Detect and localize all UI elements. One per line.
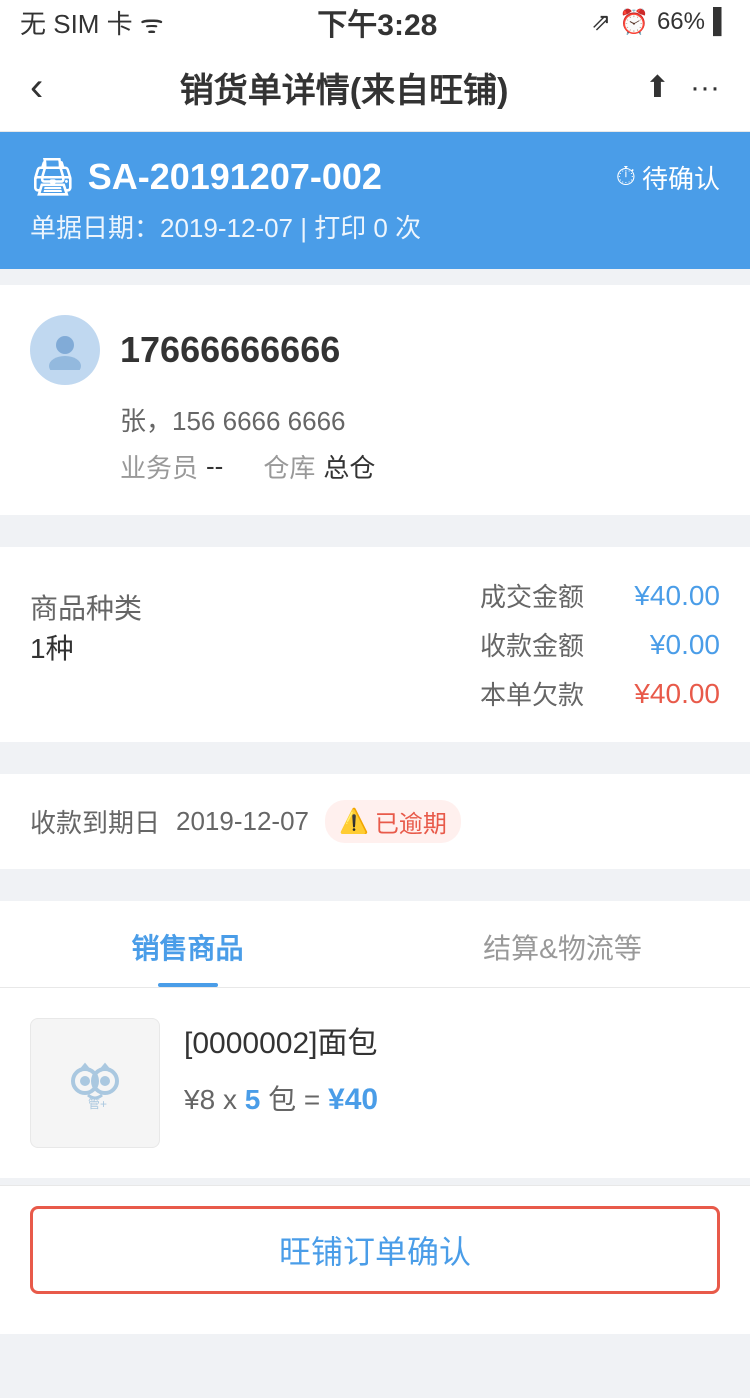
status-bar: 无 SIM 卡 ᯤ 下午3:28 ⇗ ⏰ 66% ▌ — [0, 0, 750, 44]
confirm-button[interactable]: 旺铺订单确认 — [30, 1206, 720, 1294]
overdue-text: 已逾期 — [375, 804, 447, 839]
warehouse-value: 总仓 — [323, 448, 375, 485]
owed-value: ¥40.00 — [600, 678, 720, 710]
customer-info: 张，156 6666 6666 — [120, 401, 720, 438]
tabs-bar[interactable]: 销售商品 结算&物流等 — [0, 901, 750, 988]
summary-card: 商品种类 1种 成交金额 ¥40.00 收款金额 ¥0.00 本单欠款 ¥40.… — [0, 547, 750, 742]
warehouse-label: 仓库 — [263, 448, 315, 485]
alarm-icon: ⏰ — [619, 8, 649, 37]
divider-1 — [0, 515, 750, 531]
received-label: 收款金额 — [480, 626, 584, 663]
order-header: 🖨 SA-20191207-002 ⏱ 待确认 单据日期：2019-12-07 … — [0, 132, 750, 269]
battery-level: 66% — [657, 8, 705, 36]
more-icon[interactable]: ··· — [690, 71, 720, 105]
unit-value: 包 — [268, 1084, 296, 1115]
nav-right[interactable]: ⬆ ··· — [645, 70, 720, 105]
product-thumbnail: 管+ — [30, 1018, 160, 1148]
overdue-badge: ⚠️ 已逾期 — [325, 800, 461, 843]
order-date: 单据日期：2019-12-07 | 打印 0 次 — [30, 208, 720, 245]
customer-top: 17666666666 — [30, 315, 720, 385]
summary-left: 商品种类 1种 — [30, 577, 142, 667]
battery-icon: ▌ — [713, 8, 730, 36]
divider-3 — [0, 869, 750, 885]
tab-sales-product[interactable]: 销售商品 — [0, 901, 375, 987]
sim-status: 无 SIM 卡 ᯤ — [20, 4, 164, 41]
order-id: 🖨 SA-20191207-002 — [30, 156, 382, 198]
status-time: 下午3:28 — [317, 0, 437, 44]
salesperson-value: -- — [206, 451, 223, 482]
customer-card: 17666666666 张，156 6666 6666 业务员 -- 仓库 总仓 — [0, 285, 750, 515]
page-title: 销货单详情(来自旺铺) — [180, 63, 509, 112]
qty-value: 5 — [245, 1084, 261, 1115]
status-left: 无 SIM 卡 ᯤ — [20, 4, 164, 41]
order-header-top: 🖨 SA-20191207-002 ⏱ 待确认 — [30, 156, 720, 198]
order-icon: 🖨 — [30, 156, 76, 198]
product-price: ¥8 x 5 包 = ¥40 — [184, 1078, 720, 1118]
price-multiply: x — [223, 1084, 245, 1115]
back-button[interactable]: ‹ — [30, 65, 43, 110]
due-date-label: 收款到期日 — [30, 803, 160, 840]
due-card: 收款到期日 2019-12-07 ⚠️ 已逾期 — [0, 774, 750, 869]
customer-meta: 业务员 -- 仓库 总仓 — [120, 448, 720, 485]
total-value: ¥40 — [328, 1083, 378, 1116]
transaction-value: ¥40.00 — [600, 580, 720, 612]
tabs-container: 销售商品 结算&物流等 管+ [0000002]面包 ¥8 x 5 — [0, 901, 750, 1178]
price-value: ¥8 — [184, 1084, 215, 1115]
order-status: ⏱ 待确认 — [616, 159, 720, 196]
status-right: ⇗ ⏰ 66% ▌ — [591, 8, 730, 37]
received-amount-row: 收款金额 ¥0.00 — [480, 626, 720, 663]
divider-2 — [0, 742, 750, 758]
warehouse-item: 仓库 总仓 — [263, 448, 375, 485]
clock-icon: ⏱ — [616, 161, 636, 193]
share-icon[interactable]: ⬆ — [645, 70, 670, 105]
avatar — [30, 315, 100, 385]
tab-settlement[interactable]: 结算&物流等 — [375, 901, 750, 987]
product-name: [0000002]面包 — [184, 1018, 720, 1062]
transaction-label: 成交金额 — [480, 577, 584, 614]
transaction-amount-row: 成交金额 ¥40.00 — [480, 577, 720, 614]
customer-phone: 17666666666 — [120, 329, 340, 371]
nav-left[interactable]: ‹ — [30, 65, 43, 110]
svg-text:管+: 管+ — [88, 1096, 107, 1111]
owed-label: 本单欠款 — [480, 675, 584, 712]
product-type-value: 1种 — [30, 627, 142, 667]
bottom-bar: 旺铺订单确认 — [0, 1185, 750, 1334]
product-type-label: 商品种类 — [30, 587, 142, 627]
salesperson-label: 业务员 — [120, 448, 198, 485]
salesperson-item: 业务员 -- — [120, 448, 223, 485]
due-date-value: 2019-12-07 — [176, 806, 309, 837]
warning-icon: ⚠️ — [339, 807, 369, 836]
owed-amount-row: 本单欠款 ¥40.00 — [480, 675, 720, 712]
summary-right: 成交金额 ¥40.00 收款金额 ¥0.00 本单欠款 ¥40.00 — [480, 577, 720, 712]
received-value: ¥0.00 — [600, 629, 720, 661]
product-item: 管+ [0000002]面包 ¥8 x 5 包 = ¥40 — [0, 988, 750, 1178]
equals-sign: = — [304, 1084, 328, 1115]
location-icon: ⇗ — [591, 8, 611, 37]
nav-bar: ‹ 销货单详情(来自旺铺) ⬆ ··· — [0, 44, 750, 132]
product-info: [0000002]面包 ¥8 x 5 包 = ¥40 — [184, 1018, 720, 1118]
